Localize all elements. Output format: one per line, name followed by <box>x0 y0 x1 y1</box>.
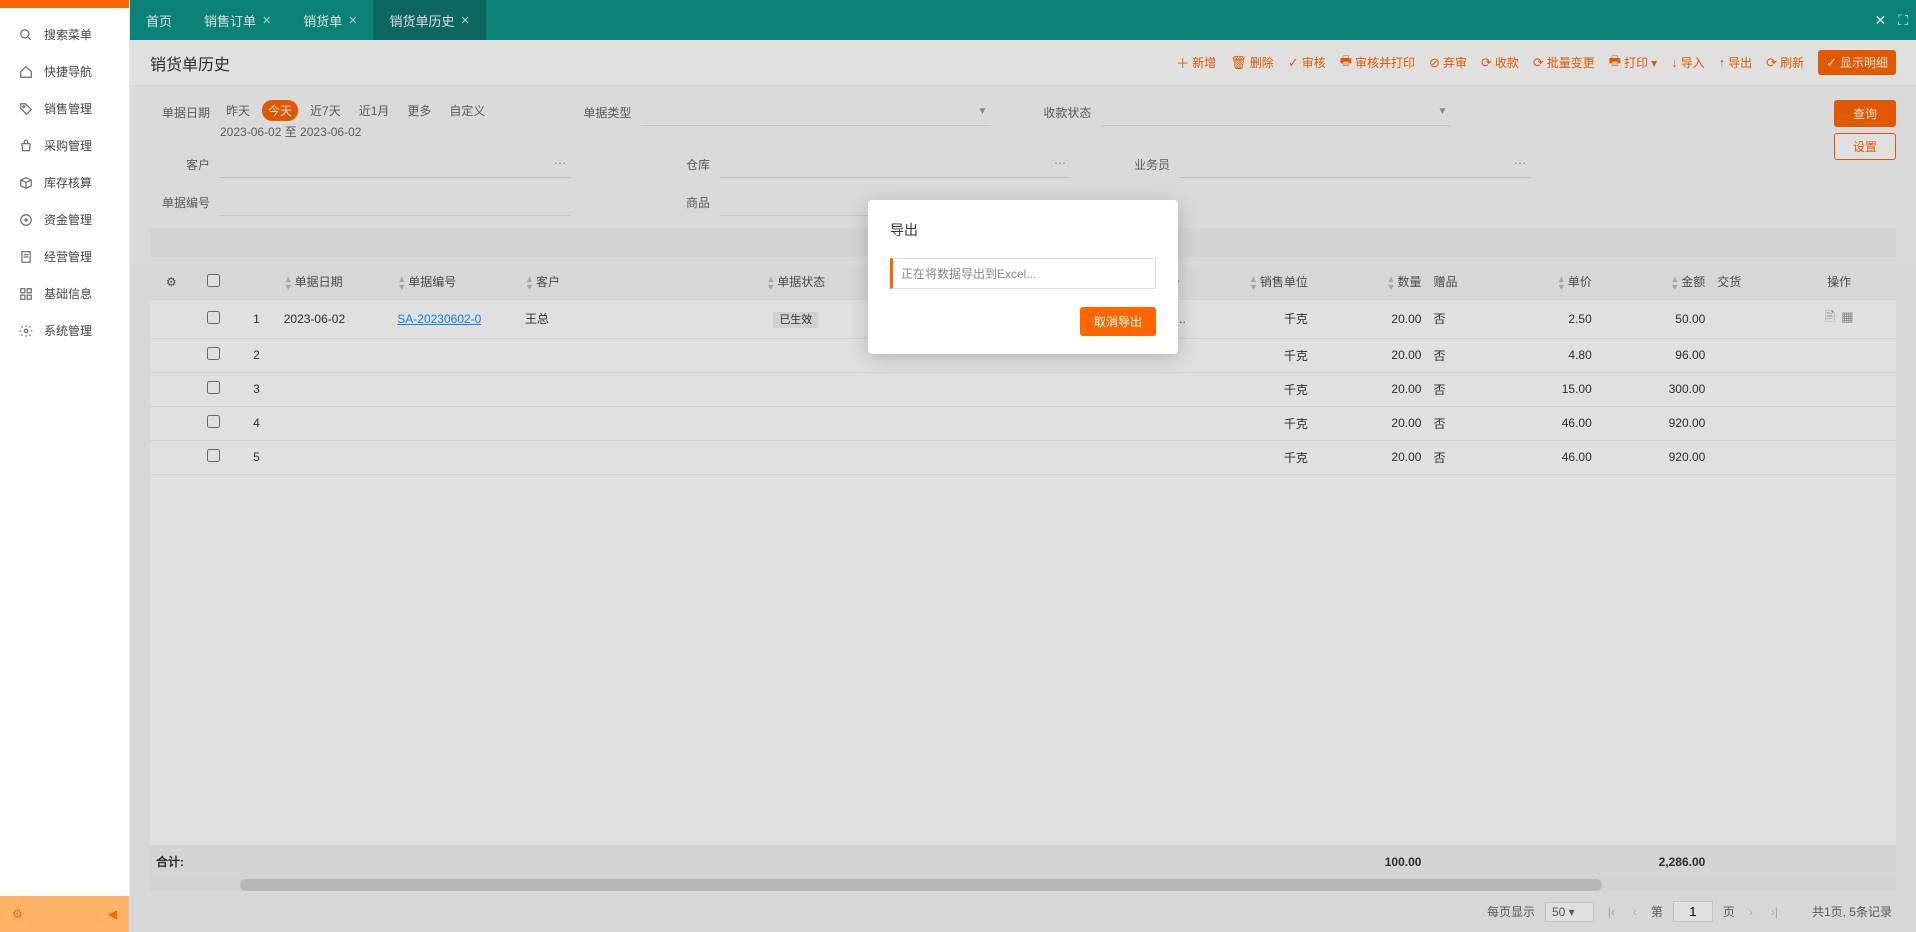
main-area: 首页 销售订单✕ 销货单✕ 销货单历史✕ ✕ ⛶ 销货单历史 ＋新增 🗑删除 ✓… <box>130 0 1916 932</box>
sidebar-item-business[interactable]: 经营管理 <box>0 238 129 275</box>
sidebar-label: 基础信息 <box>44 285 92 302</box>
sidebar-item-nav[interactable]: 快捷导航 <box>0 53 129 90</box>
sidebar-item-purchase[interactable]: 采购管理 <box>0 127 129 164</box>
doc-icon <box>18 249 34 265</box>
modal-title: 导出 <box>890 220 1156 240</box>
home-icon <box>18 64 34 80</box>
sidebar-label: 库存核算 <box>44 174 92 191</box>
collapse-icon[interactable]: ◀ <box>108 907 117 921</box>
sidebar-item-search[interactable]: 搜索菜单 <box>0 16 129 53</box>
sidebar-item-inventory[interactable]: 库存核算 <box>0 164 129 201</box>
sidebar: 搜索菜单 快捷导航 销售管理 采购管理 库存核算 资金管理 <box>0 0 130 932</box>
sidebar-footer: ⚙ ◀ <box>0 896 129 932</box>
sidebar-label: 销售管理 <box>44 100 92 117</box>
sidebar-item-basedata[interactable]: 基础信息 <box>0 275 129 312</box>
logo-bar <box>0 0 129 8</box>
box-icon <box>18 175 34 191</box>
grid-icon <box>18 286 34 302</box>
sidebar-label: 系统管理 <box>44 322 92 339</box>
sidebar-item-finance[interactable]: 资金管理 <box>0 201 129 238</box>
sidebar-label: 采购管理 <box>44 137 92 154</box>
export-modal: 导出 正在将数据导出到Excel... 取消导出 <box>868 200 1178 354</box>
bag-icon <box>18 138 34 154</box>
tag-icon <box>18 101 34 117</box>
sidebar-label: 快捷导航 <box>44 63 92 80</box>
gear-icon <box>18 323 34 339</box>
sidebar-label: 资金管理 <box>44 211 92 228</box>
modal-overlay: 导出 正在将数据导出到Excel... 取消导出 <box>130 0 1916 932</box>
sidebar-item-sales[interactable]: 销售管理 <box>0 90 129 127</box>
sidebar-label: 搜索菜单 <box>44 26 92 43</box>
sidebar-item-system[interactable]: 系统管理 <box>0 312 129 349</box>
search-icon <box>18 27 34 43</box>
money-icon <box>18 212 34 228</box>
cancel-export-button[interactable]: 取消导出 <box>1080 307 1156 336</box>
sidebar-label: 经营管理 <box>44 248 92 265</box>
sidebar-menu: 搜索菜单 快捷导航 销售管理 采购管理 库存核算 资金管理 <box>0 8 129 896</box>
settings-icon[interactable]: ⚙ <box>12 907 23 921</box>
export-progress-text: 正在将数据导出到Excel... <box>890 258 1156 289</box>
